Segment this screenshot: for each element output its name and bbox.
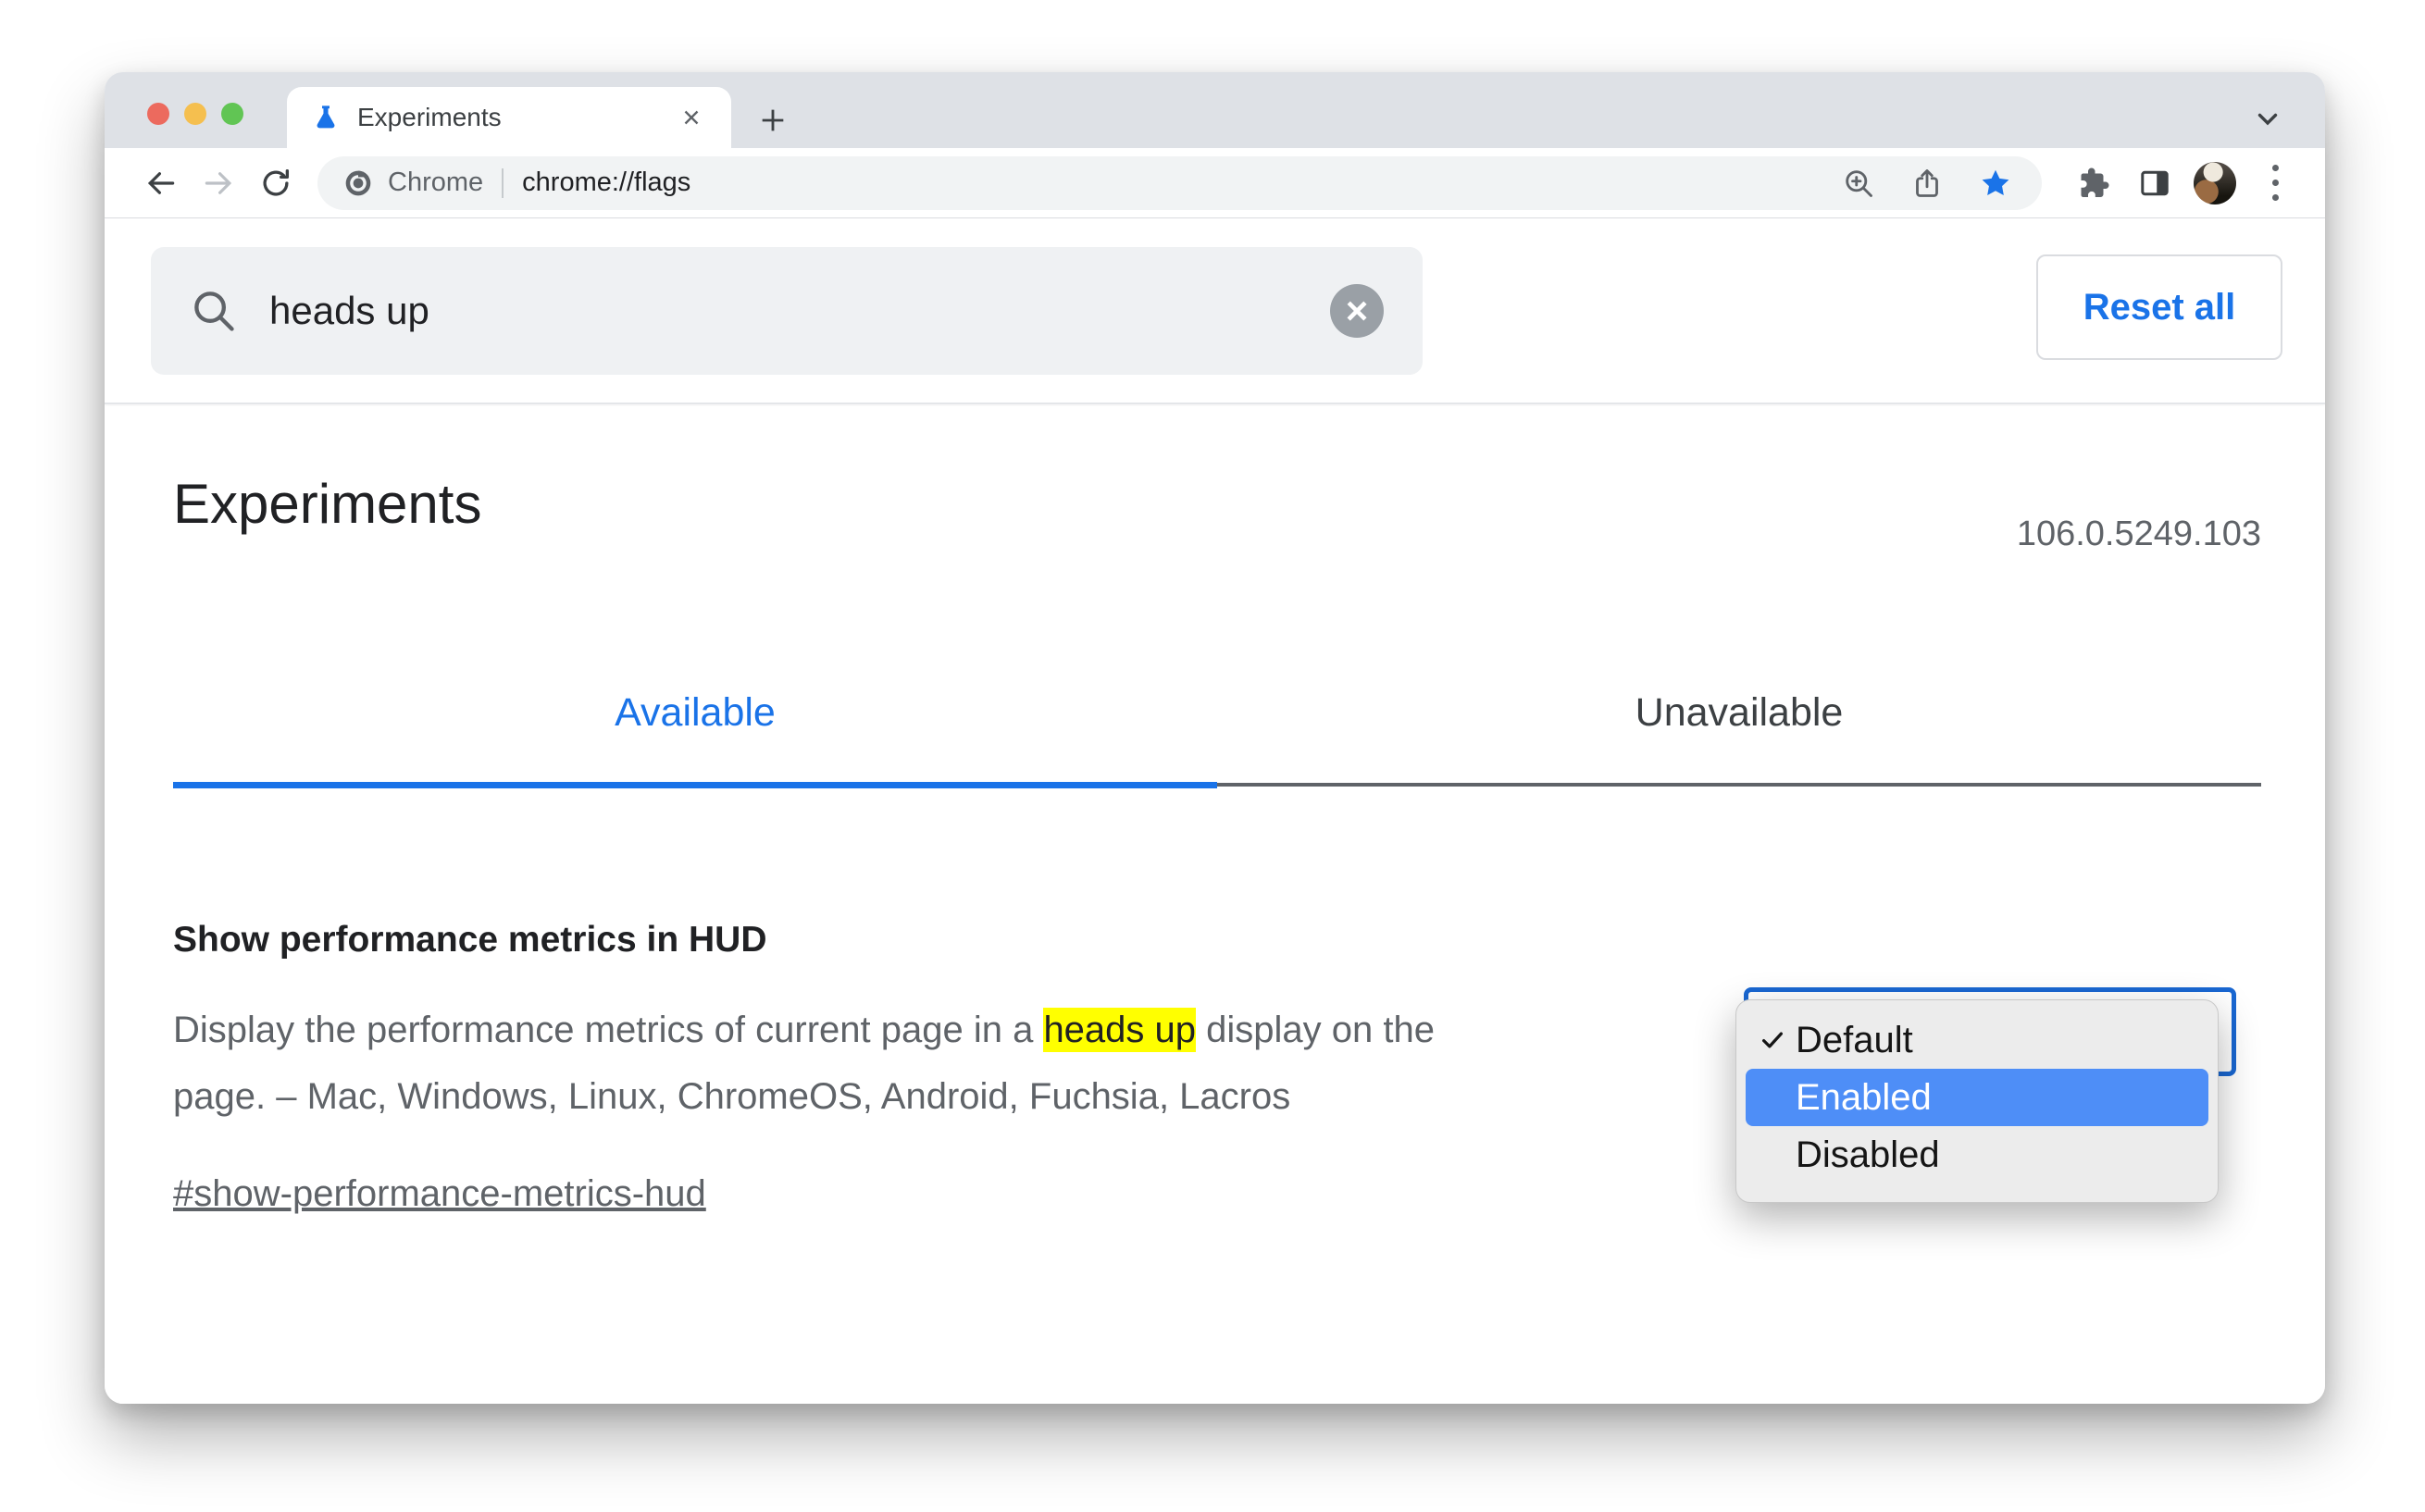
address-bar[interactable]: Chrome chrome://flags (317, 155, 2042, 210)
share-button[interactable] (1907, 163, 1947, 204)
kebab-menu-icon (2271, 165, 2279, 201)
flag-title: Show performance metrics in HUD (173, 920, 767, 960)
extensions-puzzle-button[interactable] (2071, 161, 2116, 205)
profile-avatar-button[interactable] (2194, 161, 2236, 204)
tab-available[interactable]: Available (173, 685, 1217, 740)
flag-dropdown-menu: Default Enabled Disabled (1735, 999, 2219, 1203)
zoom-window-button[interactable] (221, 103, 243, 125)
bookmark-star-button[interactable] (1975, 163, 2016, 204)
flag-permalink[interactable]: #show-performance-metrics-hud (173, 1172, 706, 1215)
tab-strip: Experiments (105, 72, 2325, 148)
url-text: chrome://flags (522, 167, 691, 197)
version-label: 106.0.5249.103 (2016, 514, 2261, 553)
dropdown-option-default[interactable]: Default (1746, 1011, 2208, 1069)
tabs-underline (173, 780, 2261, 789)
desktop-background: Experiments Chrome chrome://flags heads … (0, 0, 2425, 1512)
active-tab-indicator (173, 781, 1217, 788)
window-controls (147, 103, 243, 125)
flags-tabs: Available Unavailable (173, 685, 2261, 740)
search-input[interactable] (269, 289, 1330, 333)
flask-icon (311, 103, 341, 132)
side-panel-button[interactable] (2133, 161, 2177, 205)
checkmark-icon (1759, 1026, 1786, 1054)
zoom-button[interactable] (1838, 163, 1879, 204)
browser-toolbar: Chrome chrome://flags (105, 148, 2325, 218)
dropdown-option-disabled[interactable]: Disabled (1746, 1126, 2208, 1184)
dropdown-option-label: Disabled (1796, 1134, 1940, 1175)
tab-close-button[interactable] (676, 102, 707, 133)
forward-button[interactable] (190, 157, 247, 209)
flags-page-content: Experiments 106.0.5249.103 Available Una… (105, 406, 2325, 1404)
site-label: Chrome (388, 167, 484, 197)
close-window-button[interactable] (147, 103, 169, 125)
flag-description-before: Display the performance metrics of curre… (173, 1010, 1044, 1050)
page-title: Experiments (173, 473, 482, 535)
minimize-window-button[interactable] (184, 103, 206, 125)
new-tab-button[interactable] (752, 100, 793, 141)
browser-menu-button[interactable] (2253, 161, 2297, 205)
search-icon (190, 287, 238, 335)
reset-all-button[interactable]: Reset all (2036, 254, 2282, 360)
tab-search-chevron-button[interactable] (2249, 100, 2286, 137)
tab-unavailable[interactable]: Unavailable (1217, 685, 2261, 740)
dropdown-option-label: Enabled (1796, 1076, 1932, 1118)
browser-window: Experiments Chrome chrome://flags heads … (105, 72, 2325, 1404)
flags-search-header: × Reset all (105, 219, 2325, 404)
inactive-tab-rule (1217, 783, 2261, 787)
tab-title: Experiments (357, 103, 502, 131)
reload-button[interactable] (247, 157, 305, 209)
url-separator (502, 167, 504, 198)
tab-experiments[interactable]: Experiments (287, 87, 731, 148)
flags-search-field[interactable]: × (151, 247, 1423, 375)
dropdown-option-enabled[interactable]: Enabled (1746, 1069, 2208, 1126)
flag-description: Display the performance metrics of curre… (173, 997, 1515, 1130)
back-button[interactable] (132, 157, 190, 209)
clear-search-button[interactable]: × (1330, 284, 1384, 338)
search-term-highlight: heads up (1043, 1008, 1197, 1052)
chrome-logo-icon (343, 168, 373, 198)
dropdown-option-label: Default (1796, 1019, 1913, 1060)
